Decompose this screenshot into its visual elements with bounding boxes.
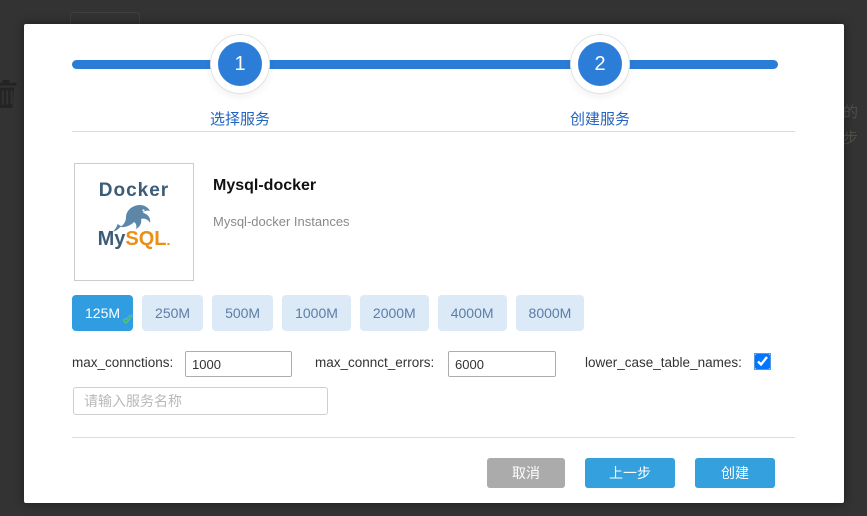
footer-divider (72, 437, 795, 438)
service-subtitle: Mysql-docker Instances (213, 214, 350, 229)
back-button[interactable]: 上一步 (585, 458, 675, 488)
trash-icon[interactable] (0, 78, 20, 110)
check-icon: ✔ (122, 311, 135, 327)
max-connect-errors-label: max_connct_errors: (315, 355, 435, 370)
memory-option-250m[interactable]: 250M (142, 295, 204, 331)
step-1-label: 选择服务 (209, 111, 270, 128)
memory-option-2000m[interactable]: 2000M (359, 295, 429, 331)
cancel-button[interactable]: 取消 (487, 458, 565, 488)
docker-wordmark: Docker (98, 180, 170, 201)
lower-case-table-names-label: lower_case_table_names: (585, 355, 742, 370)
memory-option-8000m[interactable]: 8000M (515, 295, 585, 331)
step-1-number: 1 (234, 53, 246, 75)
step-1-circle: 1 (218, 42, 262, 86)
step-2-label: 创建服务 (569, 111, 630, 128)
max-connect-errors-input[interactable] (448, 351, 556, 377)
memory-options-row: 125M ✔ 250M 500M 1000M 2000M 4000M 8000M (72, 295, 585, 331)
max-connections-label: max_connctions: (72, 355, 174, 370)
memory-option-125m[interactable]: 125M ✔ (72, 295, 134, 331)
mysql-docker-logo: Docker MySQL. (74, 163, 194, 281)
memory-option-1000m[interactable]: 1000M (282, 295, 351, 331)
service-name-input[interactable] (73, 387, 328, 415)
stepper-divider (72, 131, 795, 132)
step-2-number: 2 (594, 53, 606, 75)
memory-option-label: 125M (85, 305, 121, 321)
lower-case-table-names-checkbox[interactable] (754, 353, 771, 370)
service-title: Mysql-docker (213, 177, 317, 194)
create-button[interactable]: 创建 (695, 458, 775, 488)
max-connections-input[interactable] (185, 351, 292, 377)
create-service-dialog: 1 2 选择服务 创建服务 Docker MySQL. Mysql-docker… (24, 24, 844, 503)
stepper-progress-bar (72, 60, 778, 69)
memory-option-4000m[interactable]: 4000M (437, 295, 507, 331)
step-2-circle: 2 (578, 42, 622, 86)
mysql-wordmark: MySQL. (75, 228, 193, 251)
mysql-dot: . (166, 232, 171, 248)
mysql-sql-text: SQL (125, 228, 167, 250)
mysql-my-text: My (97, 228, 126, 250)
memory-option-500m[interactable]: 500M (212, 295, 274, 331)
